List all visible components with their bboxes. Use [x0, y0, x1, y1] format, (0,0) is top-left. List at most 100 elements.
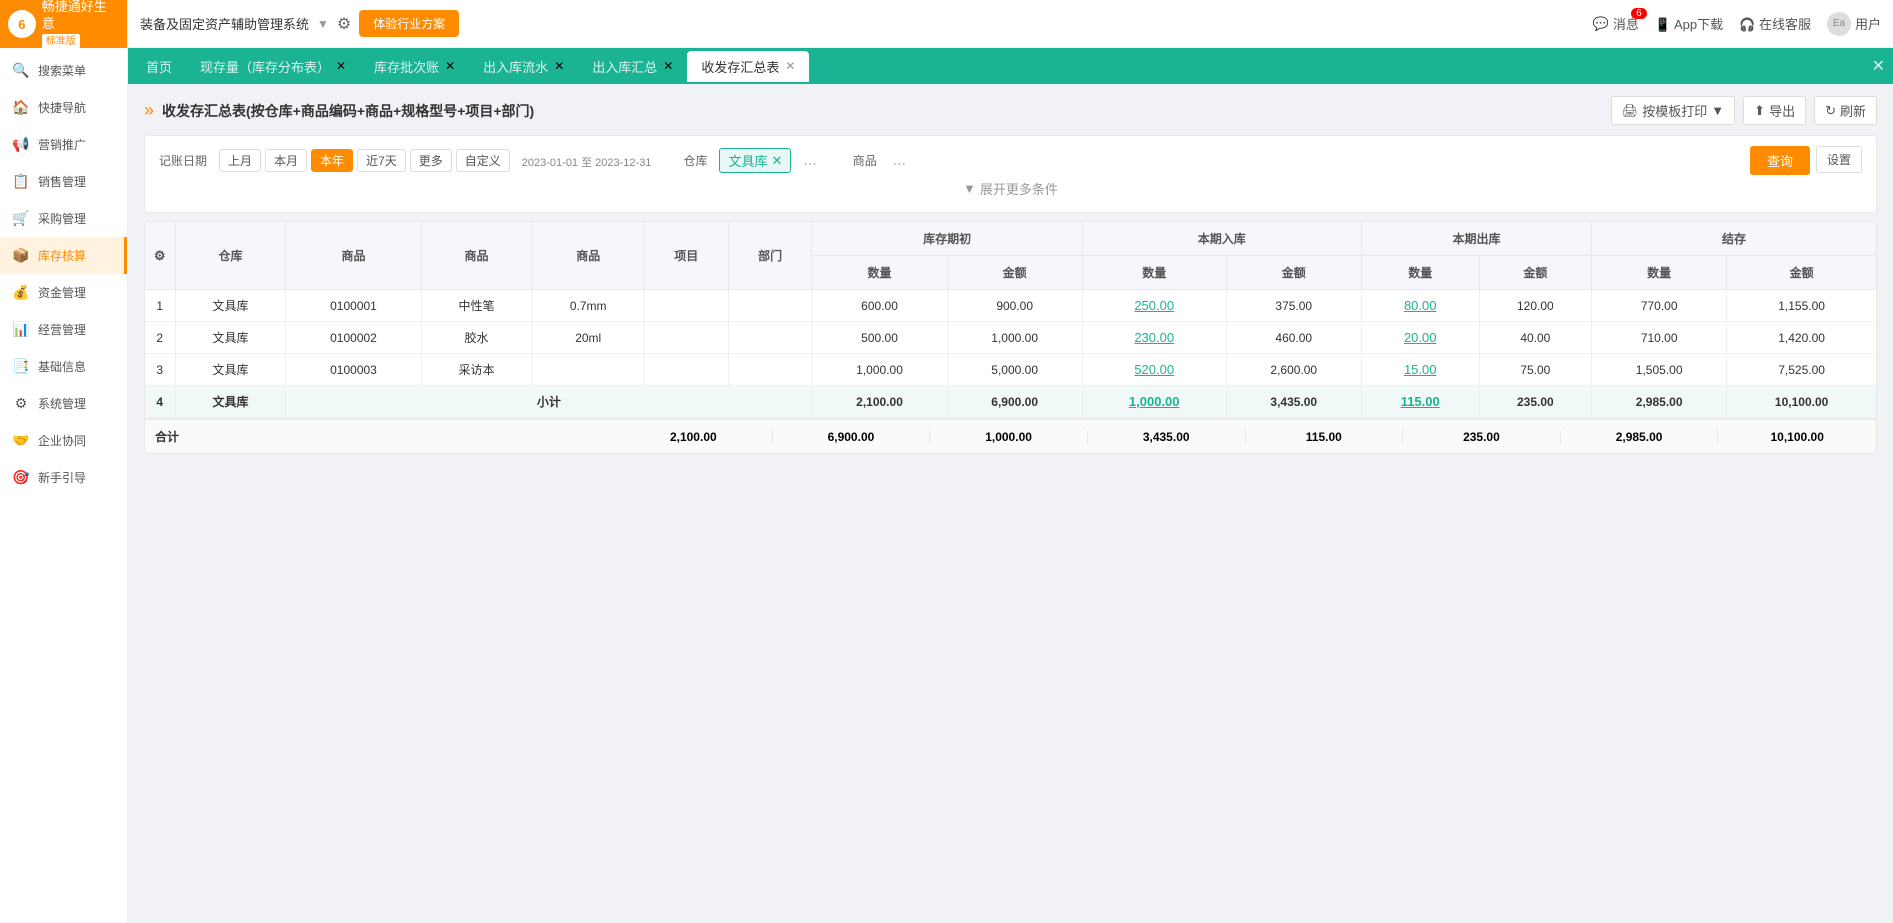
sidebar-label: 库存核算 — [38, 247, 86, 264]
cell-opening-qty: 600.00 — [812, 290, 947, 322]
sidebar-icon: 📋 — [12, 173, 30, 190]
th-settings[interactable]: ⚙ — [145, 222, 175, 290]
date-btn-this-month[interactable]: 本月 — [265, 149, 307, 172]
footer-label: 合计 — [145, 428, 615, 445]
tab-batch[interactable]: 库存批次账 ✕ — [360, 51, 469, 82]
message-badge[interactable]: 💬 消息 6 — [1593, 14, 1639, 33]
th-out-group: 本期出库 — [1361, 222, 1591, 256]
sub-warehouse: 文具库 — [175, 386, 286, 418]
tab-inout-summary-close[interactable]: ✕ — [663, 60, 673, 72]
sidebar-item-销售管理[interactable]: 📋销售管理 — [0, 163, 127, 200]
warehouse-tag-remove[interactable]: ✕ — [771, 153, 782, 169]
sidebar-item-营销推广[interactable]: 📢 营销推广 — [0, 126, 127, 163]
tab-flow-close[interactable]: ✕ — [554, 60, 564, 72]
refresh-button[interactable]: ↻ 刷新 — [1814, 96, 1877, 125]
out-qty-value[interactable]: 20.00 — [1404, 330, 1437, 345]
cell-opening-amt: 900.00 — [947, 290, 1082, 322]
sidebar-item-新手引导[interactable]: 🎯新手引导 — [0, 459, 127, 496]
setting-button[interactable]: 设置 — [1816, 146, 1862, 173]
table-row: 2 文具库 0100002 胶水 20ml 500.00 1,000.00 23… — [145, 322, 1876, 354]
sidebar-item-快捷导航[interactable]: 🏠快捷导航 — [0, 89, 127, 126]
cell-spec: 0.7mm — [532, 290, 644, 322]
tab-home[interactable]: 首页 — [132, 51, 186, 82]
app-download-link[interactable]: 📱 App下载 — [1655, 14, 1723, 33]
in-qty-value[interactable]: 250.00 — [1134, 298, 1174, 313]
close-all-tabs-icon[interactable]: ✕ — [1872, 56, 1885, 76]
table-row: 1 文具库 0100001 中性笔 0.7mm 600.00 900.00 25… — [145, 290, 1876, 322]
date-btn-last-month[interactable]: 上月 — [219, 149, 261, 172]
cell-in-qty[interactable]: 230.00 — [1082, 322, 1226, 354]
cell-opening-qty: 500.00 — [812, 322, 947, 354]
sidebar-item-经营管理[interactable]: 📊经营管理 — [0, 311, 127, 348]
cell-seq: 3 — [145, 354, 175, 386]
cell-code: 0100002 — [286, 322, 421, 354]
system-name: 装备及固定资产辅助管理系统 — [140, 14, 309, 33]
expand-button[interactable]: ▼ 展开更多条件 — [963, 179, 1058, 198]
warehouse-more-icon[interactable]: ... — [799, 152, 820, 170]
cell-spec — [532, 354, 644, 386]
tab-flow[interactable]: 出入库流水 ✕ — [469, 51, 578, 82]
product-more-icon[interactable]: ... — [889, 152, 910, 170]
cell-name: 胶水 — [421, 322, 532, 354]
sidebar-icon: 📑 — [12, 358, 30, 375]
date-btn-this-year[interactable]: 本年 — [311, 149, 353, 172]
sidebar-item-基础信息[interactable]: 📑基础信息 — [0, 348, 127, 385]
product-label: 商品 — [853, 152, 877, 169]
sidebar-item-搜索菜单[interactable]: 🔍搜索菜单 — [0, 52, 127, 89]
sub-out-qty-value[interactable]: 115.00 — [1401, 394, 1440, 409]
tab-receive-send-close[interactable]: ✕ — [785, 60, 795, 72]
sub-seq: 4 — [145, 386, 175, 418]
tab-inventory-dist[interactable]: 现存量（库存分布表） ✕ — [186, 51, 360, 82]
cell-in-qty[interactable]: 520.00 — [1082, 354, 1226, 386]
collapse-arrow-icon[interactable]: » — [144, 100, 154, 121]
print-button[interactable]: 🖨 按模板打印 ▼ — [1611, 96, 1735, 125]
th-closing-amt: 金额 — [1727, 256, 1876, 290]
cell-out-amt: 120.00 — [1479, 290, 1591, 322]
sidebar-label: 营销推广 — [38, 136, 86, 153]
cell-project — [644, 290, 728, 322]
system-select-icon: ▼ — [317, 17, 329, 31]
page-actions: 🖨 按模板打印 ▼ ⬆ 导出 ↻ 刷新 — [1611, 96, 1877, 125]
cell-project — [644, 354, 728, 386]
user-menu[interactable]: Ea 用户 — [1827, 12, 1881, 36]
tab-inout-summary[interactable]: 出入库汇总 ✕ — [578, 51, 687, 82]
date-btn-custom[interactable]: 自定义 — [456, 149, 510, 172]
cell-opening-amt: 1,000.00 — [947, 322, 1082, 354]
out-qty-value[interactable]: 80.00 — [1404, 298, 1437, 313]
sub-closing-amt: 10,100.00 — [1727, 386, 1876, 418]
tab-batch-close[interactable]: ✕ — [445, 60, 455, 72]
online-service-link[interactable]: 🎧 在线客服 — [1739, 14, 1811, 33]
cell-out-qty[interactable]: 80.00 — [1361, 290, 1479, 322]
table-row: 3 文具库 0100003 采访本 1,000.00 5,000.00 520.… — [145, 354, 1876, 386]
date-btn-more[interactable]: 更多 — [410, 149, 452, 172]
expand-row: ▼ 展开更多条件 — [159, 175, 1862, 202]
sidebar-item-库存核算[interactable]: 📦库存核算 — [0, 237, 127, 274]
sub-in-qty-value[interactable]: 1,000.00 — [1129, 394, 1180, 409]
tab-receive-send-label: 收发存汇总表 — [701, 57, 779, 76]
date-btn-7days[interactable]: 近7天 — [357, 149, 406, 172]
query-button[interactable]: 查询 — [1750, 146, 1810, 175]
in-qty-value[interactable]: 520.00 — [1134, 362, 1174, 377]
tab-home-label: 首页 — [146, 57, 172, 76]
out-qty-value[interactable]: 15.00 — [1404, 362, 1437, 377]
cell-out-qty[interactable]: 20.00 — [1361, 322, 1479, 354]
footer-out-qty: 115.00 — [1246, 430, 1404, 444]
sidebar-item-企业协同[interactable]: 🤝企业协同 — [0, 422, 127, 459]
sub-label: 小计 — [286, 386, 812, 418]
trial-button[interactable]: 体验行业方案 — [359, 10, 459, 37]
sidebar-menu: 🔍搜索菜单🏠快捷导航 📢 营销推广 📋销售管理🛒采购管理📦库存核算💰资金管理📊经营管理… — [0, 48, 127, 923]
sidebar-item-系统管理[interactable]: ⚙系统管理 — [0, 385, 127, 422]
gear-icon[interactable]: ⚙ — [337, 14, 351, 34]
th-warehouse: 仓库 — [175, 222, 286, 290]
cell-out-qty[interactable]: 15.00 — [1361, 354, 1479, 386]
table-footer: 合计 2,100.00 6,900.00 1,000.00 3,435.00 1… — [145, 418, 1876, 453]
export-button[interactable]: ⬆ 导出 — [1743, 96, 1806, 125]
sidebar-item-采购管理[interactable]: 🛒采购管理 — [0, 200, 127, 237]
cell-in-qty[interactable]: 250.00 — [1082, 290, 1226, 322]
sidebar-item-资金管理[interactable]: 💰资金管理 — [0, 274, 127, 311]
tab-receive-send[interactable]: 收发存汇总表 ✕ — [687, 51, 809, 82]
sidebar-icon: 📢 — [12, 136, 30, 153]
print-dropdown-icon: ▼ — [1711, 103, 1724, 118]
tab-inventory-dist-close[interactable]: ✕ — [336, 60, 346, 72]
in-qty-value[interactable]: 230.00 — [1134, 330, 1174, 345]
